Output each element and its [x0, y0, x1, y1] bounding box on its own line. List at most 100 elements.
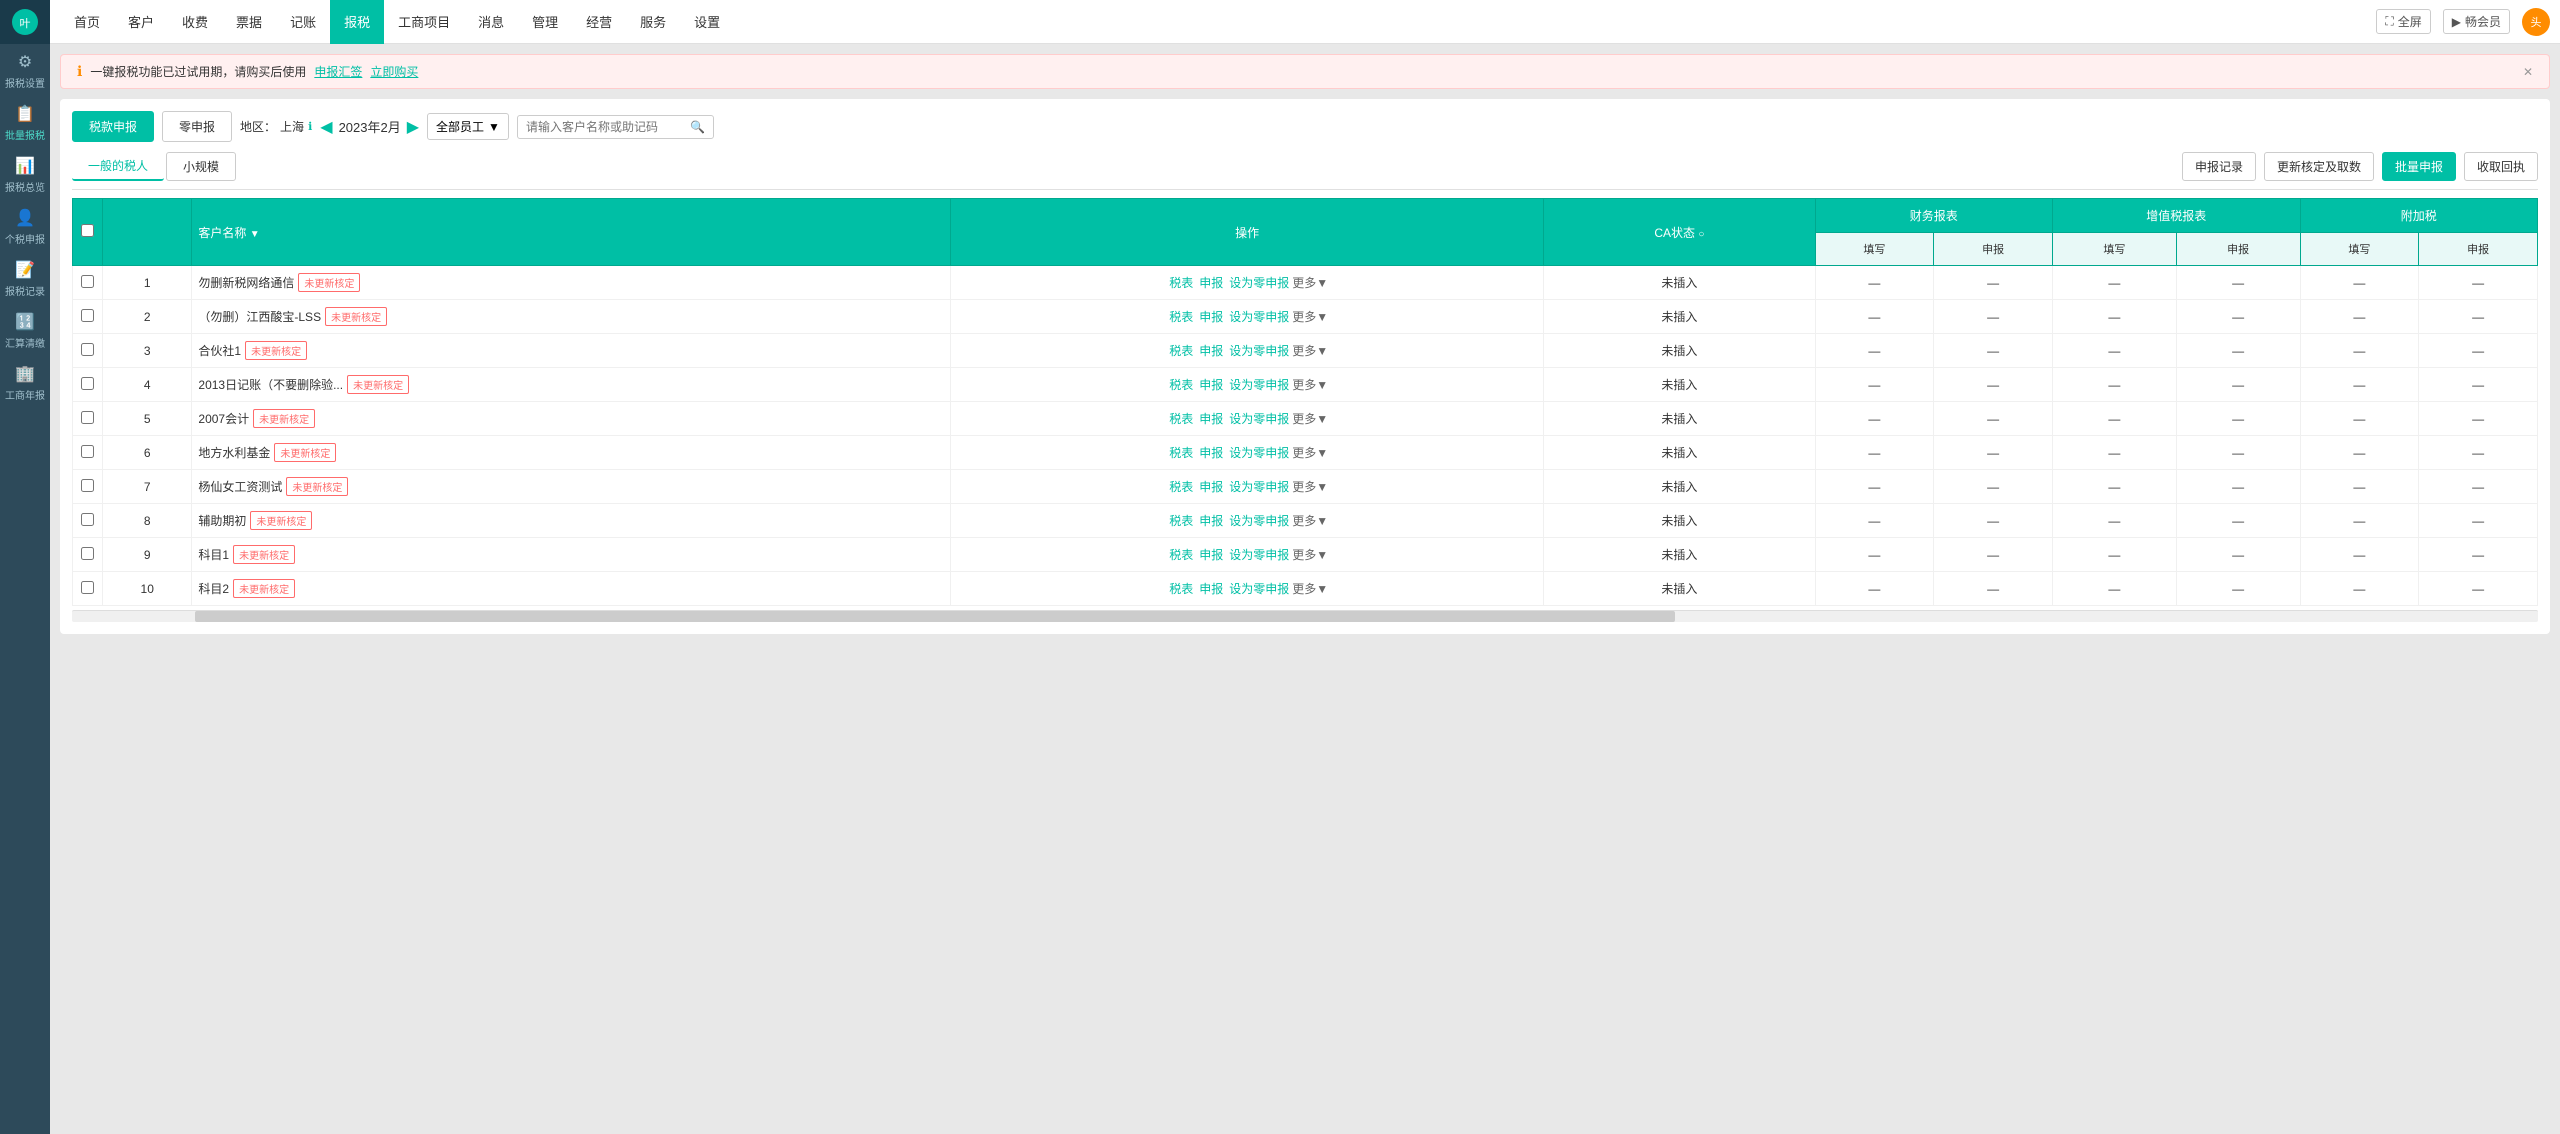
op-btn-1[interactable]: 申报 — [1199, 512, 1223, 529]
row-checkbox[interactable] — [81, 275, 94, 288]
region-info-icon[interactable]: ℹ — [308, 120, 312, 133]
sidebar-item-batch-tax[interactable]: 📋 批量报税 — [0, 96, 50, 148]
retrieve-back-button[interactable]: 收取回执 — [2464, 152, 2538, 181]
notice-close-button[interactable]: ✕ — [2523, 65, 2533, 79]
op-btn-2[interactable]: 设为零申报 — [1229, 376, 1289, 393]
nav-billing[interactable]: 收费 — [168, 0, 222, 44]
sidebar-item-calc-clear[interactable]: 🔢 汇算清缴 — [0, 304, 50, 356]
nav-tax[interactable]: 报税 — [330, 0, 384, 44]
op-btn-2[interactable]: 设为零申报 — [1229, 342, 1289, 359]
nav-invoice[interactable]: 票据 — [222, 0, 276, 44]
row-checkbox[interactable] — [81, 445, 94, 458]
nav-operation[interactable]: 经营 — [572, 0, 626, 44]
nav-home[interactable]: 首页 — [60, 0, 114, 44]
row-checkbox[interactable] — [81, 479, 94, 492]
sidebar-item-personal-tax[interactable]: 👤 个税申报 — [0, 200, 50, 252]
op-btn-0[interactable]: 税表 — [1169, 308, 1193, 325]
nav-settings[interactable]: 设置 — [680, 0, 734, 44]
notice-icon: ℹ — [77, 63, 82, 80]
row-checkbox[interactable] — [81, 343, 94, 356]
op-btn-0[interactable]: 税表 — [1169, 342, 1193, 359]
sidebar-item-business-report[interactable]: 🏢 工商年报 — [0, 356, 50, 408]
row-checkbox[interactable] — [81, 309, 94, 322]
op-btn-2[interactable]: 设为零申报 — [1229, 274, 1289, 291]
op-btn-2[interactable]: 设为零申报 — [1229, 410, 1289, 427]
apply-records-button[interactable]: 申报记录 — [2182, 152, 2256, 181]
row-cell-3: — — [2176, 334, 2300, 368]
op-btn-1[interactable]: 申报 — [1199, 274, 1223, 291]
op-btn-1[interactable]: 申报 — [1199, 546, 1223, 563]
op-btn-3[interactable]: 更多▼ — [1292, 410, 1328, 427]
row-checkbox[interactable] — [81, 547, 94, 560]
op-btn-1[interactable]: 申报 — [1199, 410, 1223, 427]
row-cell-1: — — [1934, 266, 2053, 300]
op-btn-2[interactable]: 设为零申报 — [1229, 580, 1289, 597]
op-btn-2[interactable]: 设为零申报 — [1229, 512, 1289, 529]
nav-business[interactable]: 工商项目 — [384, 0, 464, 44]
horizontal-scrollbar[interactable] — [72, 610, 2538, 622]
op-btn-3[interactable]: 更多▼ — [1292, 444, 1328, 461]
top-nav: 首页 客户 收费 票据 记账 报税 工商项目 消息 管理 经营 服务 设置 ⛶ … — [50, 0, 2560, 44]
batch-apply-button[interactable]: 批量申报 — [2382, 152, 2456, 181]
op-btn-3[interactable]: 更多▼ — [1292, 342, 1328, 359]
row-tag: 未更新核定 — [233, 545, 295, 564]
tab-general-taxpayer[interactable]: 一般的税人 — [72, 152, 164, 181]
row-checkbox[interactable] — [81, 513, 94, 526]
op-btn-2[interactable]: 设为零申报 — [1229, 478, 1289, 495]
op-btn-2[interactable]: 设为零申报 — [1229, 546, 1289, 563]
nav-client[interactable]: 客户 — [114, 0, 168, 44]
op-btn-1[interactable]: 申报 — [1199, 444, 1223, 461]
op-btn-1[interactable]: 申报 — [1199, 342, 1223, 359]
op-btn-2[interactable]: 设为零申报 — [1229, 444, 1289, 461]
op-btn-3[interactable]: 更多▼ — [1292, 274, 1328, 291]
search-input[interactable] — [526, 120, 686, 134]
select-all-checkbox[interactable] — [81, 224, 94, 237]
row-checkbox[interactable] — [81, 411, 94, 424]
tab-tax-declare[interactable]: 税款申报 — [72, 111, 154, 142]
period-prev-button[interactable]: ◀ — [320, 117, 332, 137]
main-area: 首页 客户 收费 票据 记账 报税 工商项目 消息 管理 经营 服务 设置 ⛶ … — [50, 0, 2560, 1134]
op-btn-0[interactable]: 税表 — [1169, 376, 1193, 393]
op-btn-0[interactable]: 税表 — [1169, 512, 1193, 529]
update-quota-button[interactable]: 更新核定及取数 — [2264, 152, 2374, 181]
op-btn-1[interactable]: 申报 — [1199, 376, 1223, 393]
op-btn-1[interactable]: 申报 — [1199, 478, 1223, 495]
op-btn-3[interactable]: 更多▼ — [1292, 546, 1328, 563]
nav-admin[interactable]: 管理 — [518, 0, 572, 44]
nav-bookkeeping[interactable]: 记账 — [276, 0, 330, 44]
row-checkbox[interactable] — [81, 581, 94, 594]
op-btn-0[interactable]: 税表 — [1169, 580, 1193, 597]
op-btn-0[interactable]: 税表 — [1169, 410, 1193, 427]
op-btn-0[interactable]: 税表 — [1169, 274, 1193, 291]
row-checkbox[interactable] — [81, 377, 94, 390]
op-btn-3[interactable]: 更多▼ — [1292, 308, 1328, 325]
op-btn-3[interactable]: 更多▼ — [1292, 376, 1328, 393]
avatar[interactable]: 头 — [2522, 8, 2550, 36]
sidebar-item-tax-overview[interactable]: 📊 报税总览 — [0, 148, 50, 200]
nav-message[interactable]: 消息 — [464, 0, 518, 44]
notice-link-records[interactable]: 申报汇签 — [314, 63, 362, 80]
op-btn-0[interactable]: 税表 — [1169, 444, 1193, 461]
vip-button[interactable]: ▶ 畅会员 — [2443, 9, 2510, 34]
op-btn-0[interactable]: 税表 — [1169, 546, 1193, 563]
ca-sort-icon[interactable]: ○ — [1698, 229, 1704, 240]
search-icon[interactable]: 🔍 — [690, 120, 705, 134]
sidebar-item-tax-records[interactable]: 📝 报税记录 — [0, 252, 50, 304]
tab-zero-declare[interactable]: 零申报 — [162, 111, 232, 142]
period-next-button[interactable]: ▶ — [407, 117, 419, 137]
op-btn-1[interactable]: 申报 — [1199, 580, 1223, 597]
notice-link-buy[interactable]: 立即购买 — [370, 63, 418, 80]
nav-service[interactable]: 服务 — [626, 0, 680, 44]
op-btn-2[interactable]: 设为零申报 — [1229, 308, 1289, 325]
op-btn-0[interactable]: 税表 — [1169, 478, 1193, 495]
op-btn-3[interactable]: 更多▼ — [1292, 512, 1328, 529]
tab-small-scale[interactable]: 小规模 — [166, 152, 236, 181]
op-btn-1[interactable]: 申报 — [1199, 308, 1223, 325]
fullscreen-button[interactable]: ⛶ 全屏 — [2376, 9, 2430, 34]
sort-icon[interactable]: ▼ — [250, 229, 260, 240]
row-cell-5: — — [2419, 368, 2538, 402]
sidebar-item-tax-settings[interactable]: ⚙ 报税设置 — [0, 44, 50, 96]
dept-select[interactable]: 全部员工 ▼ — [427, 113, 509, 140]
op-btn-3[interactable]: 更多▼ — [1292, 478, 1328, 495]
op-btn-3[interactable]: 更多▼ — [1292, 580, 1328, 597]
